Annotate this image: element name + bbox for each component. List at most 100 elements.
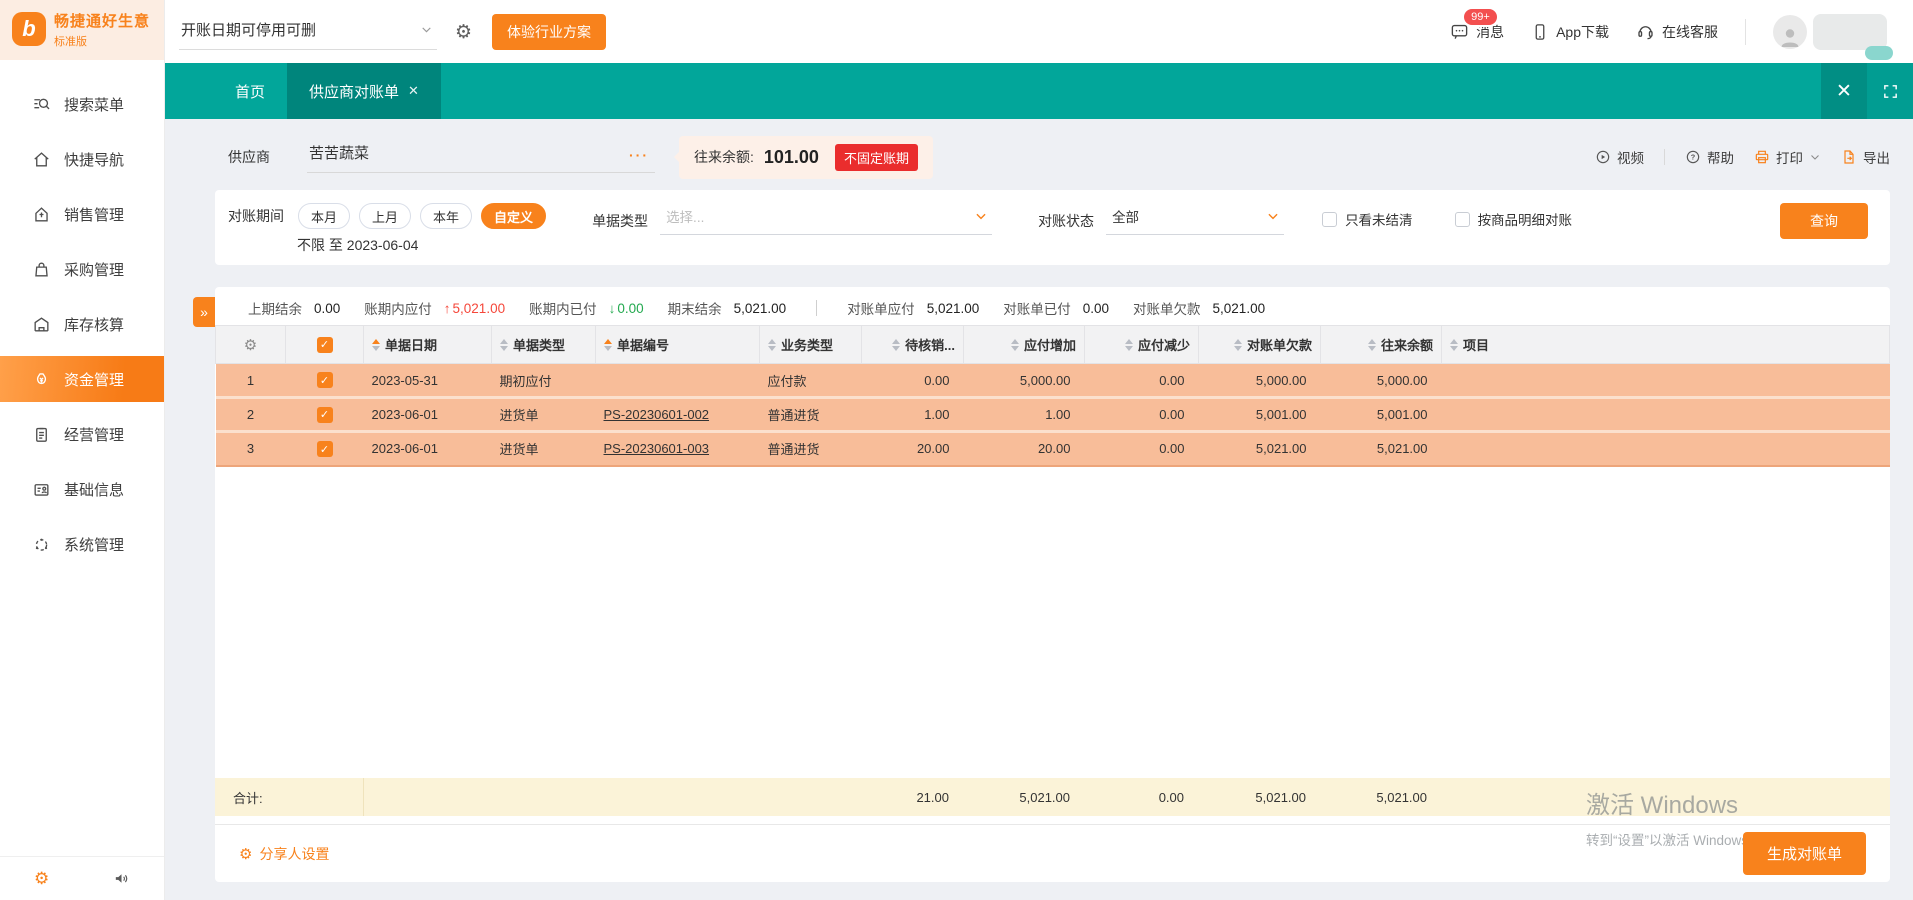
table-row[interactable]: 3 2023-06-01 进货单 PS-20230601-003 普通进货 20… (215, 431, 1890, 467)
sort-icon[interactable] (768, 338, 776, 351)
sort-icon[interactable] (1124, 338, 1133, 351)
app-window: b 畅捷通好生意 标准版 搜索菜单 快捷导航 销售管理 采购管理 库存核算 资金… (0, 0, 1913, 900)
sidebar-item-purchase[interactable]: 采购管理 (0, 246, 164, 292)
messages-button[interactable]: 99+ 消息 (1450, 8, 1505, 42)
sidebar-item-search-menu[interactable]: 搜索菜单 (0, 81, 164, 127)
brand-logo-icon: b (12, 12, 46, 46)
total-pending: 21.00 (861, 778, 963, 816)
page-actions: 视频 ? 帮助 打印 导出 (1595, 147, 1890, 167)
funds-icon (32, 370, 51, 389)
table-row[interactable]: 1 2023-05-31 期初应付 应付款 0.00 5,000.00 0.00… (215, 363, 1890, 399)
app-download-button[interactable]: App下载 (1531, 22, 1609, 42)
divider (1664, 149, 1665, 165)
col-stmt-owed[interactable]: 对账单欠款 (1198, 325, 1321, 364)
generate-statement-button[interactable]: 生成对账单 (1742, 832, 1866, 875)
doc-type-select[interactable]: 选择... (660, 206, 993, 235)
help-button[interactable]: ? 帮助 (1685, 147, 1734, 167)
period-this-month-pill[interactable]: 本月 (298, 203, 351, 229)
period-custom-pill[interactable]: 自定义 (481, 203, 547, 229)
user-account[interactable] (1773, 13, 1893, 60)
gear-icon[interactable]: ⚙ (244, 336, 257, 354)
row-checkbox[interactable] (285, 431, 364, 467)
announcement-speaker-icon[interactable] (113, 870, 130, 887)
column-settings-header[interactable]: ⚙ (215, 325, 286, 364)
messages-label: 消息 (1476, 23, 1505, 40)
checkbox-icon[interactable] (1454, 211, 1470, 227)
col-project[interactable]: 项目 (1441, 325, 1890, 364)
sidebar-item-funds[interactable]: 资金管理 (0, 356, 164, 402)
tab-supplier-statement-label: 供应商对账单 (309, 83, 400, 101)
checkbox-checked-icon[interactable] (316, 406, 333, 423)
fullscreen-icon[interactable] (1867, 63, 1913, 119)
period-this-year-pill[interactable]: 本年 (420, 203, 473, 229)
checkbox-icon[interactable] (1322, 211, 1338, 227)
status-select[interactable]: 全部 (1106, 206, 1285, 235)
col-payable-inc[interactable]: 应付增加 (963, 325, 1085, 364)
checkbox-checked-icon[interactable] (316, 336, 333, 353)
doc-type-label: 单据类型 (592, 212, 649, 229)
sales-icon (32, 205, 51, 224)
col-doc-type[interactable]: 单据类型 (491, 325, 596, 364)
period-range-value[interactable]: 不限 至 2023-06-04 (297, 235, 546, 255)
period-last-month-pill[interactable]: 上月 (359, 203, 412, 229)
sidebar-item-system[interactable]: 系统管理 (0, 521, 164, 567)
sort-icon[interactable] (1010, 338, 1019, 351)
cell-biz-type: 应付款 (759, 363, 862, 399)
col-payable-dec[interactable]: 应付减少 (1084, 325, 1199, 364)
query-button[interactable]: 查询 (1780, 203, 1868, 239)
sidebar-item-operations[interactable]: 经营管理 (0, 411, 164, 457)
total-stmt-owed: 5,021.00 (1198, 778, 1320, 816)
sidebar-item-inventory[interactable]: 库存核算 (0, 301, 164, 347)
by-item-detail-checkbox[interactable]: 按商品明细对账 (1454, 209, 1572, 229)
doc-no-link[interactable]: PS-20230601-002 (604, 407, 710, 422)
row-checkbox[interactable] (285, 363, 364, 399)
chevron-down-icon[interactable] (1809, 151, 1821, 163)
table-row[interactable]: 2 2023-06-01 进货单 PS-20230601-002 普通进货 1.… (215, 397, 1890, 433)
tab-close-icon[interactable]: ✕ (408, 83, 419, 99)
unsettled-only-checkbox[interactable]: 只看未结清 (1322, 209, 1413, 229)
gear-icon[interactable]: ⚙ (455, 21, 472, 43)
share-settings-button[interactable]: ⚙ 分享人设置 (239, 844, 329, 864)
row-checkbox[interactable] (285, 397, 364, 433)
sort-icon[interactable] (604, 338, 612, 351)
tab-supplier-statement[interactable]: 供应商对账单 ✕ (287, 63, 441, 119)
sort-icon[interactable] (1233, 338, 1242, 351)
col-balance[interactable]: 往来余额 (1320, 325, 1442, 364)
settings-gear-icon[interactable]: ⚙ (34, 869, 49, 889)
doc-no-link[interactable]: PS-20230601-003 (604, 441, 710, 456)
sidebar-item-label: 销售管理 (64, 206, 125, 224)
sort-icon[interactable] (1367, 338, 1376, 351)
col-biz-type[interactable]: 业务类型 (759, 325, 862, 364)
sort-icon[interactable] (372, 338, 380, 351)
col-pending[interactable]: 待核销... (861, 325, 964, 364)
checkbox-checked-icon[interactable] (316, 441, 333, 457)
export-button[interactable]: 导出 (1841, 147, 1890, 167)
col-doc-date[interactable]: 单据日期 (363, 325, 492, 364)
cell-project (1441, 431, 1890, 467)
sidebar-item-basic-info[interactable]: 基础信息 (0, 466, 164, 512)
supplier-select-field[interactable]: 苦苦蔬菜 ··· (307, 142, 655, 173)
cell-payable-inc: 5,000.00 (963, 363, 1085, 399)
select-all-header[interactable] (285, 325, 364, 364)
col-doc-no[interactable]: 单据编号 (595, 325, 760, 364)
totals-row: 合计: 21.00 5,021.00 0.00 5,021.00 5,021.0… (215, 778, 1890, 816)
tab-home[interactable]: 首页 (213, 63, 287, 119)
expand-panel-icon[interactable]: » (193, 297, 215, 327)
sort-icon[interactable] (892, 338, 901, 351)
close-all-tabs-icon[interactable]: ✕ (1821, 63, 1867, 119)
cell-doc-no[interactable]: PS-20230601-002 (595, 397, 760, 433)
checkbox-checked-icon[interactable] (316, 372, 333, 389)
video-button[interactable]: 视频 (1595, 147, 1644, 167)
sort-icon[interactable] (1450, 338, 1458, 351)
home-icon (32, 150, 51, 169)
sidebar-item-sales[interactable]: 销售管理 (0, 191, 164, 237)
online-support-button[interactable]: 在线客服 (1636, 22, 1718, 42)
sidebar-item-quick-nav[interactable]: 快捷导航 (0, 136, 164, 182)
cell-doc-no[interactable]: PS-20230601-003 (595, 431, 760, 467)
trial-solution-button[interactable]: 体验行业方案 (492, 13, 607, 50)
divider (816, 300, 818, 316)
more-options-icon[interactable]: ··· (629, 147, 649, 163)
print-button[interactable]: 打印 (1754, 147, 1821, 167)
sort-icon[interactable] (500, 338, 508, 351)
account-set-dropdown[interactable]: 开账日期可停用可删 (179, 19, 437, 50)
